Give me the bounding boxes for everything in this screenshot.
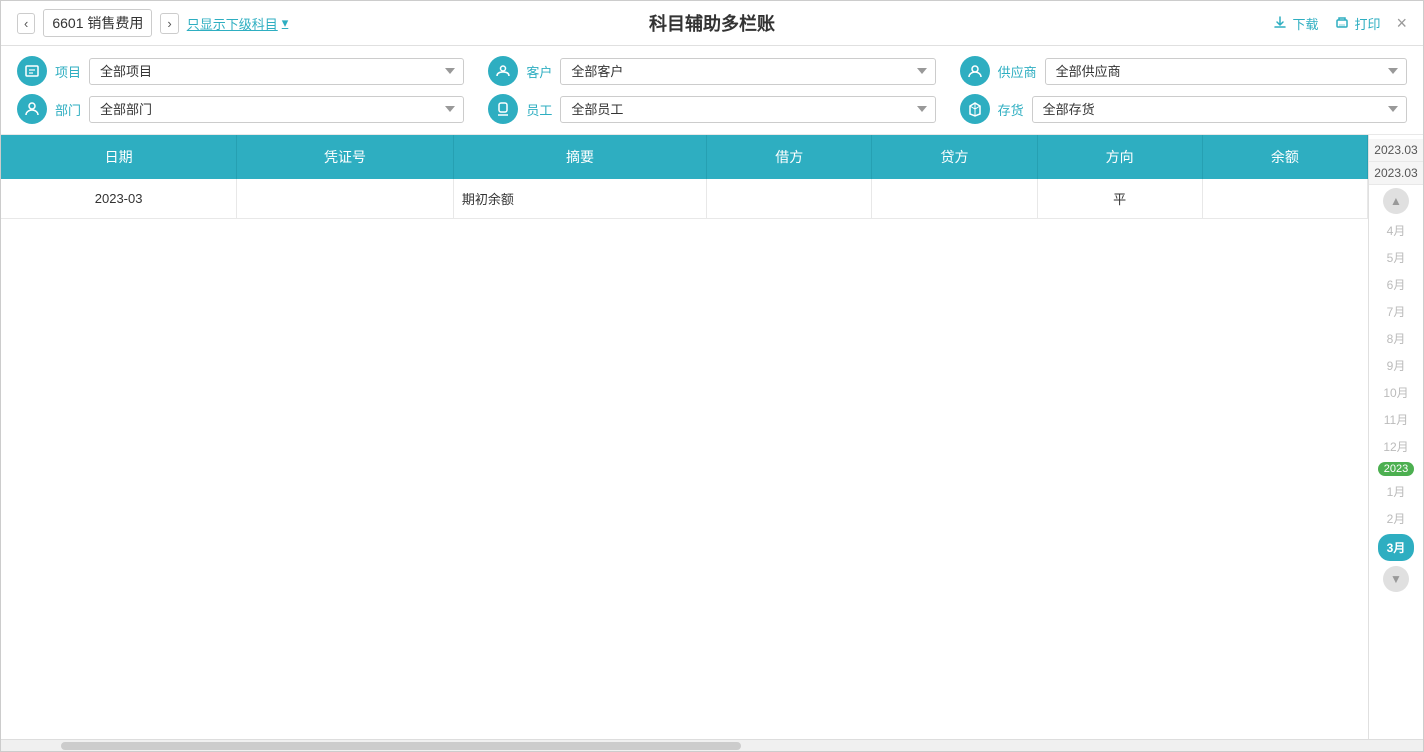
close-button[interactable]: ×	[1396, 13, 1407, 34]
table-row: 2023-03 期初余额 平	[1, 179, 1368, 219]
inventory-icon	[960, 94, 990, 124]
table-area[interactable]: 日期 凭证号 摘要 借方 贷方 方向 余额 2023-03 期初余额	[1, 135, 1368, 739]
download-label: 下载	[1292, 14, 1318, 33]
project-icon	[17, 56, 47, 86]
col-balance: 余额	[1202, 135, 1367, 179]
employee-icon	[488, 94, 518, 124]
filter-row-1: 项目 全部项目 客户 全部客户	[17, 56, 1407, 86]
filter-employee: 员工 全部员工	[488, 94, 935, 124]
customer-filter-label: 客户	[526, 62, 552, 81]
cell-debit	[707, 179, 872, 219]
print-button[interactable]: 打印	[1334, 14, 1380, 33]
timeline-month-12[interactable]: 12月	[1369, 433, 1423, 460]
filter-project: 项目 全部项目	[17, 56, 464, 86]
nav-prev-button[interactable]: ‹	[17, 13, 35, 34]
employee-filter-select[interactable]: 全部员工	[560, 96, 935, 123]
timeline-month-11[interactable]: 11月	[1369, 406, 1423, 433]
cell-direction: 平	[1037, 179, 1202, 219]
ledger-table: 日期 凭证号 摘要 借方 贷方 方向 余额 2023-03 期初余额	[1, 135, 1368, 219]
filter-area: 项目 全部项目 客户 全部客户	[1, 46, 1423, 135]
customer-icon	[488, 56, 518, 86]
title-bar-right: 下载 打印 ×	[1272, 13, 1407, 34]
department-filter-label: 部门	[55, 100, 81, 119]
nav-next-button[interactable]: ›	[160, 13, 178, 34]
filter-department: 部门 全部部门	[17, 94, 464, 124]
show-sub-chevron-icon: ▾	[282, 15, 289, 31]
timeline-scroll-up-button[interactable]: ▲	[1383, 188, 1409, 214]
main-window: ‹ 6601 销售费用 › 只显示下级科目 ▾ 科目辅助多栏账 下载	[0, 0, 1424, 752]
customer-filter-select[interactable]: 全部客户	[560, 58, 935, 85]
filter-inventory: 存货 全部存货	[960, 94, 1407, 124]
cell-summary: 期初余额	[453, 179, 706, 219]
inventory-filter-label: 存货	[998, 100, 1024, 119]
col-debit: 借方	[707, 135, 872, 179]
col-date: 日期	[1, 135, 237, 179]
project-filter-select[interactable]: 全部项目	[89, 58, 464, 85]
timeline-month-5[interactable]: 5月	[1369, 244, 1423, 271]
title-bar: ‹ 6601 销售费用 › 只显示下级科目 ▾ 科目辅助多栏账 下载	[1, 1, 1423, 46]
title-bar-left: ‹ 6601 销售费用 › 只显示下级科目 ▾	[17, 9, 288, 37]
timeline-month-6[interactable]: 6月	[1369, 271, 1423, 298]
timeline-year-badge[interactable]: 2023	[1378, 462, 1414, 476]
cell-date: 2023-03	[1, 179, 237, 219]
chevron-up-icon: ▲	[1390, 194, 1402, 208]
cell-balance	[1202, 179, 1367, 219]
timeline-month-2[interactable]: 2月	[1369, 505, 1423, 532]
filter-row-2: 部门 全部部门 员工 全部员工	[17, 94, 1407, 124]
timeline-sidebar: 2023.03 2023.03 ▲ 4月 5月 6月 7月 8月 9月 10月 …	[1368, 135, 1423, 739]
filter-customer: 客户 全部客户	[488, 56, 935, 86]
page-title: 科目辅助多栏账	[649, 10, 775, 36]
chevron-down-icon: ▼	[1390, 572, 1402, 586]
timeline-month-4[interactable]: 4月	[1369, 217, 1423, 244]
account-code-label: 6601 销售费用	[43, 9, 152, 37]
main-content: 日期 凭证号 摘要 借方 贷方 方向 余额 2023-03 期初余额	[1, 135, 1423, 739]
scrollbar-thumb	[61, 742, 741, 750]
supplier-icon	[960, 56, 990, 86]
timeline-month-7[interactable]: 7月	[1369, 298, 1423, 325]
print-icon	[1334, 15, 1350, 31]
timeline-month-8[interactable]: 8月	[1369, 325, 1423, 352]
show-sub-toggle[interactable]: 只显示下级科目 ▾	[187, 14, 289, 33]
filter-supplier: 供应商 全部供应商	[960, 56, 1407, 86]
col-credit: 贷方	[872, 135, 1037, 179]
timeline-header-2[interactable]: 2023.03	[1369, 162, 1423, 185]
col-summary: 摘要	[453, 135, 706, 179]
download-icon	[1272, 15, 1288, 31]
cell-credit	[872, 179, 1037, 219]
table-header-row: 日期 凭证号 摘要 借方 贷方 方向 余额	[1, 135, 1368, 179]
bottom-scrollbar[interactable]	[1, 739, 1423, 751]
timeline-month-9[interactable]: 9月	[1369, 352, 1423, 379]
supplier-filter-select[interactable]: 全部供应商	[1045, 58, 1407, 85]
department-icon	[17, 94, 47, 124]
timeline-scroll-down-button[interactable]: ▼	[1383, 566, 1409, 592]
project-filter-label: 项目	[55, 62, 81, 81]
timeline-month-10[interactable]: 10月	[1369, 379, 1423, 406]
department-filter-select[interactable]: 全部部门	[89, 96, 464, 123]
timeline-month-1[interactable]: 1月	[1369, 478, 1423, 505]
print-label: 打印	[1354, 14, 1380, 33]
col-voucher: 凭证号	[237, 135, 454, 179]
timeline-header-1[interactable]: 2023.03	[1369, 139, 1423, 162]
show-sub-label: 只显示下级科目	[187, 14, 278, 33]
supplier-filter-label: 供应商	[998, 62, 1037, 81]
col-direction: 方向	[1037, 135, 1202, 179]
timeline-month-3-active[interactable]: 3月	[1378, 534, 1414, 561]
inventory-filter-select[interactable]: 全部存货	[1032, 96, 1407, 123]
download-button[interactable]: 下载	[1272, 14, 1318, 33]
cell-voucher	[237, 179, 454, 219]
employee-filter-label: 员工	[526, 100, 552, 119]
